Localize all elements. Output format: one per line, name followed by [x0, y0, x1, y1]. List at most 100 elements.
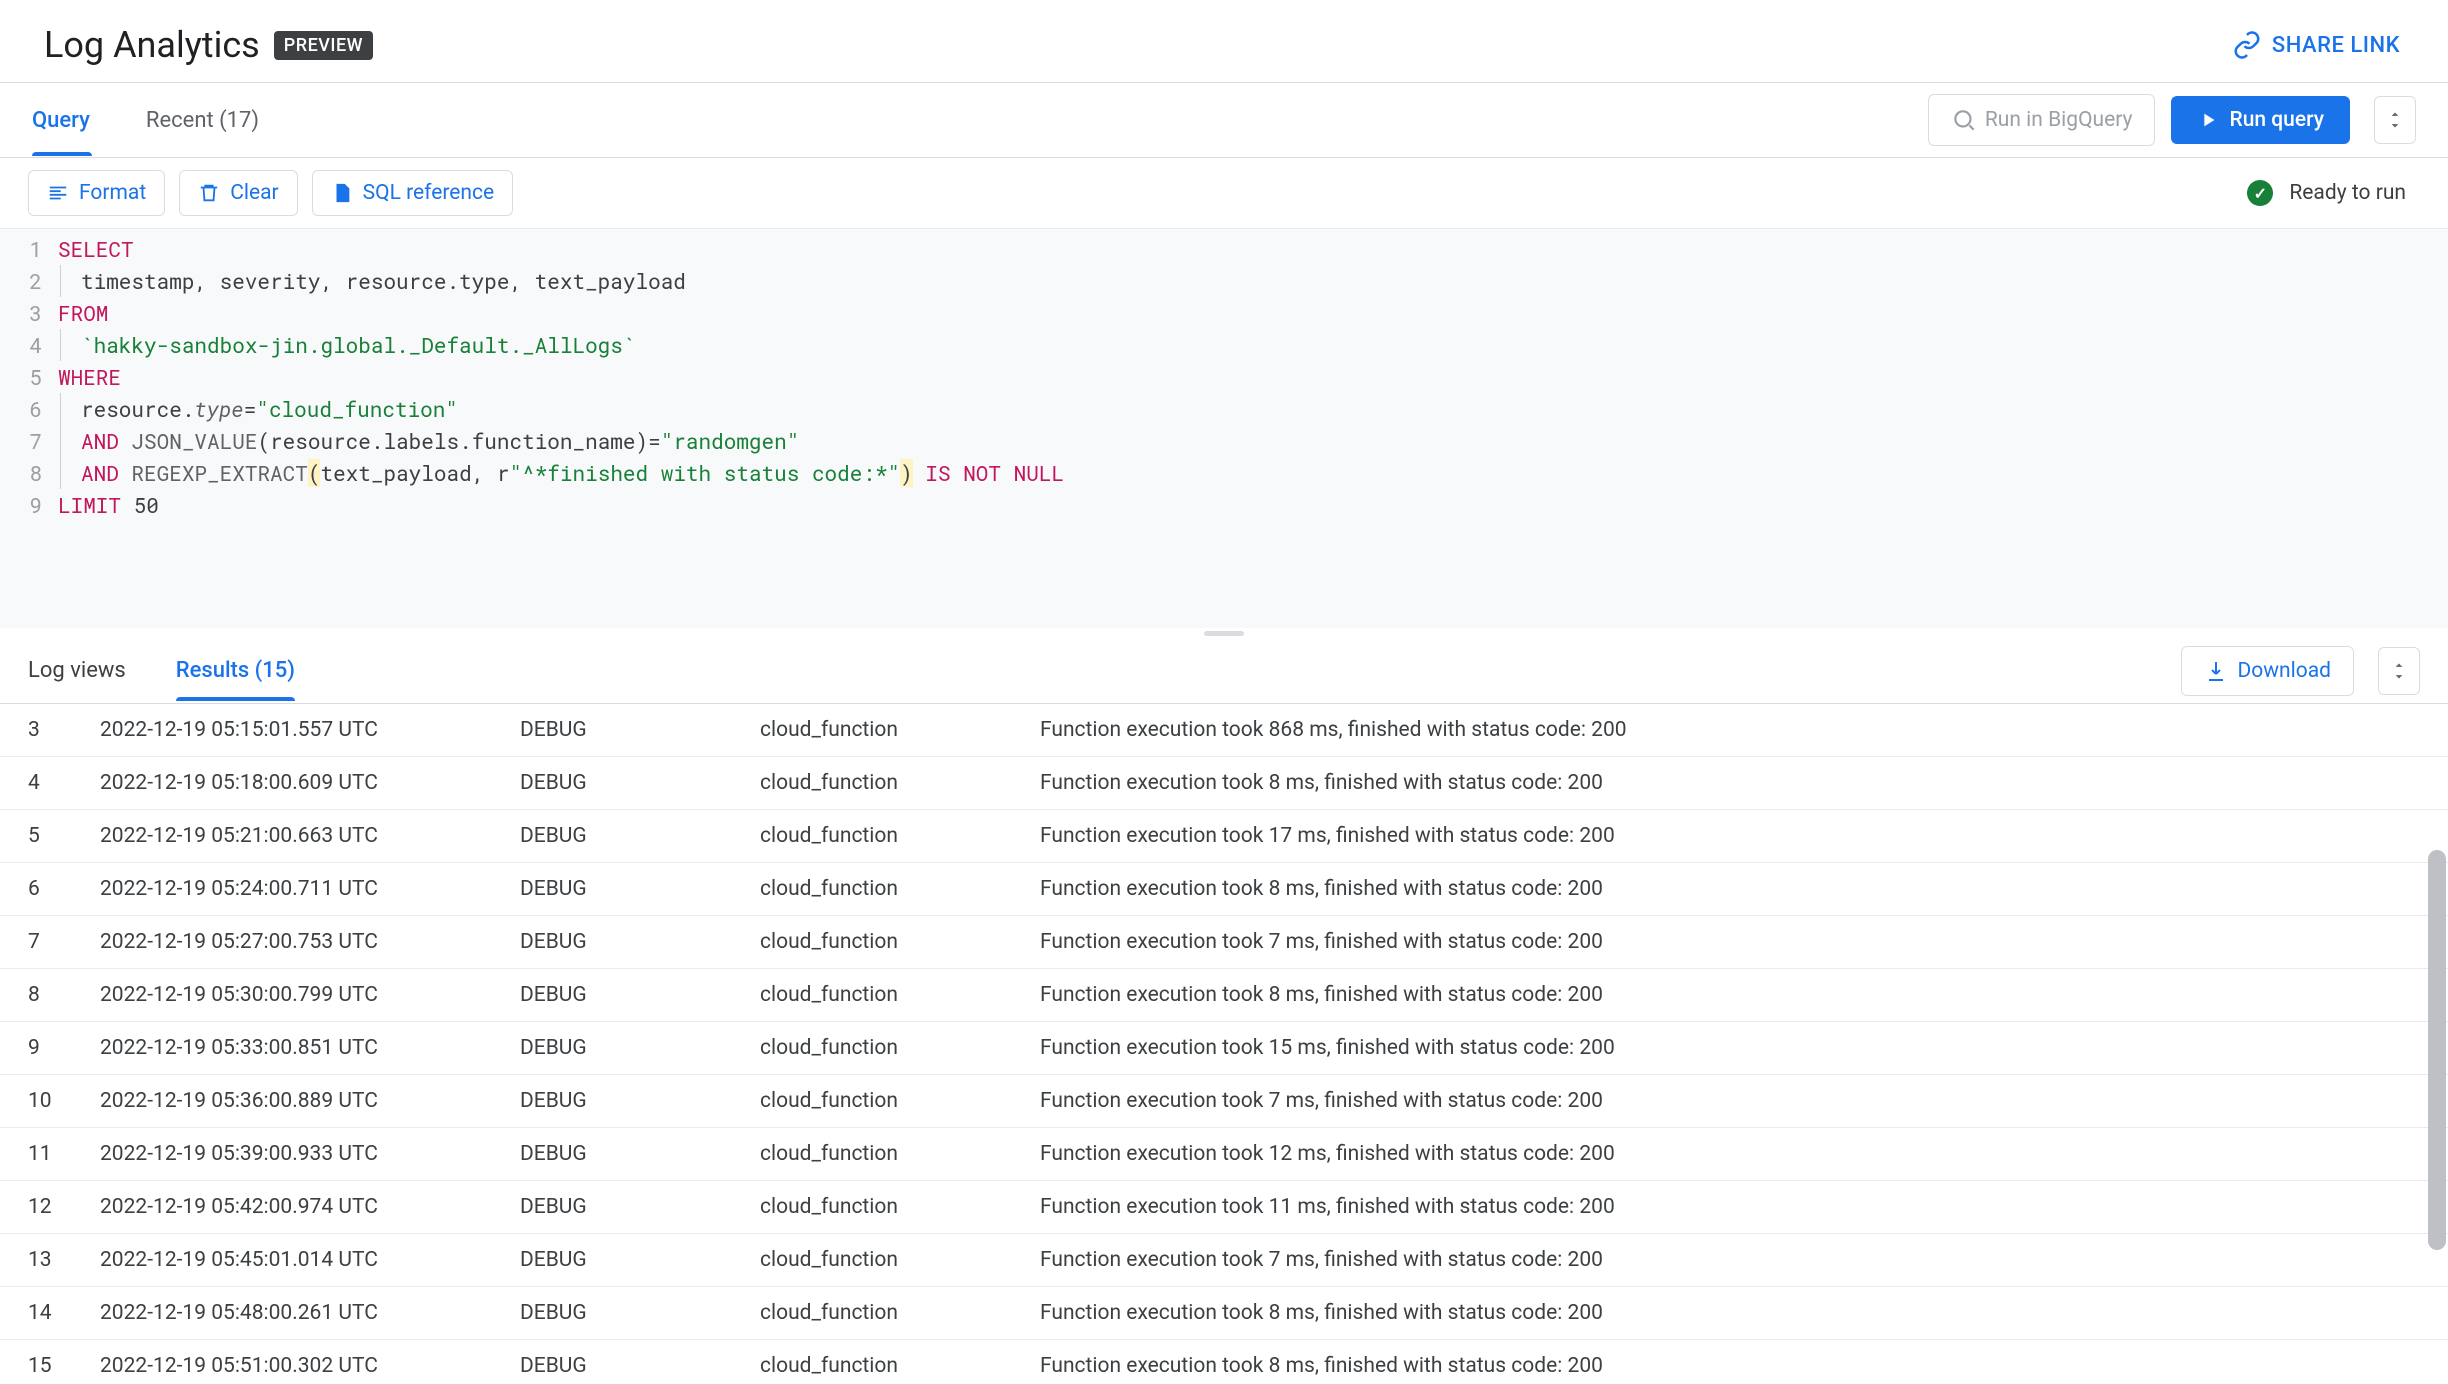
cell-timestamp: 2022-12-19 05:45:01.014 UTC [90, 1234, 510, 1287]
cell-message: Function execution took 17 ms, finished … [1030, 810, 2448, 863]
code-line[interactable]: timestamp, severity, resource.type, text… [54, 265, 2448, 297]
cell-severity: DEBUG [510, 1340, 750, 1384]
cell-index: 13 [0, 1234, 90, 1287]
cell-index: 9 [0, 1022, 90, 1075]
cell-resource: cloud_function [750, 757, 1030, 810]
cell-timestamp: 2022-12-19 05:39:00.933 UTC [90, 1128, 510, 1181]
cell-resource: cloud_function [750, 1075, 1030, 1128]
code-line[interactable]: SELECT [54, 233, 2448, 265]
page-header: Log Analytics PREVIEW SHARE LINK [0, 0, 2448, 83]
code-line[interactable]: LIMIT 50 [54, 489, 2448, 521]
cell-severity: DEBUG [510, 757, 750, 810]
cell-resource: cloud_function [750, 704, 1030, 757]
sql-editor[interactable]: 123456789 SELECTtimestamp, severity, res… [0, 228, 2448, 628]
table-row[interactable]: 42022-12-19 05:18:00.609 UTCDEBUGcloud_f… [0, 757, 2448, 810]
cell-severity: DEBUG [510, 1287, 750, 1340]
download-icon [2204, 659, 2228, 683]
cell-timestamp: 2022-12-19 05:33:00.851 UTC [90, 1022, 510, 1075]
download-button[interactable]: Download [2181, 646, 2355, 696]
cell-resource: cloud_function [750, 969, 1030, 1022]
doc-icon [331, 182, 353, 204]
link-icon [2232, 30, 2262, 60]
cell-message: Function execution took 7 ms, finished w… [1030, 916, 2448, 969]
cell-resource: cloud_function [750, 1181, 1030, 1234]
results-table-wrap[interactable]: 32022-12-19 05:15:01.557 UTCDEBUGcloud_f… [0, 704, 2448, 1384]
table-row[interactable]: 62022-12-19 05:24:00.711 UTCDEBUGcloud_f… [0, 863, 2448, 916]
tab-results[interactable]: Results (15) [176, 640, 295, 701]
tab-log-views[interactable]: Log views [28, 640, 126, 701]
cell-message: Function execution took 868 ms, finished… [1030, 704, 2448, 757]
table-row[interactable]: 92022-12-19 05:33:00.851 UTCDEBUGcloud_f… [0, 1022, 2448, 1075]
code-line[interactable]: FROM [54, 297, 2448, 329]
cell-message: Function execution took 7 ms, finished w… [1030, 1234, 2448, 1287]
cell-message: Function execution took 11 ms, finished … [1030, 1181, 2448, 1234]
query-status: Ready to run [2247, 180, 2406, 206]
cell-severity: DEBUG [510, 863, 750, 916]
run-in-bigquery-label: Run in BigQuery [1985, 108, 2133, 132]
cell-timestamp: 2022-12-19 05:15:01.557 UTC [90, 704, 510, 757]
cell-index: 3 [0, 704, 90, 757]
clear-button[interactable]: Clear [179, 170, 297, 216]
cell-index: 10 [0, 1075, 90, 1128]
subheader: Query Recent (17) Run in BigQuery Run qu… [0, 83, 2448, 158]
code-line[interactable]: resource.type="cloud_function" [54, 393, 2448, 425]
table-row[interactable]: 152022-12-19 05:51:00.302 UTCDEBUGcloud_… [0, 1340, 2448, 1384]
scrollbar-thumb[interactable] [2428, 850, 2446, 1250]
download-label: Download [2238, 659, 2332, 683]
run-query-label: Run query [2229, 108, 2324, 132]
cell-message: Function execution took 7 ms, finished w… [1030, 1075, 2448, 1128]
clear-label: Clear [230, 181, 278, 205]
run-in-bigquery-button[interactable]: Run in BigQuery [1928, 94, 2156, 146]
table-row[interactable]: 52022-12-19 05:21:00.663 UTCDEBUGcloud_f… [0, 810, 2448, 863]
table-row[interactable]: 102022-12-19 05:36:00.889 UTCDEBUGcloud_… [0, 1075, 2448, 1128]
table-row[interactable]: 72022-12-19 05:27:00.753 UTCDEBUGcloud_f… [0, 916, 2448, 969]
table-row[interactable]: 132022-12-19 05:45:01.014 UTCDEBUGcloud_… [0, 1234, 2448, 1287]
code-line[interactable]: WHERE [54, 361, 2448, 393]
tab-recent[interactable]: Recent (17) [146, 86, 275, 155]
format-button[interactable]: Format [28, 170, 165, 216]
share-link-label: SHARE LINK [2272, 33, 2400, 58]
cell-index: 12 [0, 1181, 90, 1234]
cell-timestamp: 2022-12-19 05:30:00.799 UTC [90, 969, 510, 1022]
cell-index: 11 [0, 1128, 90, 1181]
table-row[interactable]: 112022-12-19 05:39:00.933 UTCDEBUGcloud_… [0, 1128, 2448, 1181]
table-row[interactable]: 82022-12-19 05:30:00.799 UTCDEBUGcloud_f… [0, 969, 2448, 1022]
results-tabs: Log views Results (15) Download [0, 638, 2448, 704]
editor-resize-handle[interactable] [0, 628, 2448, 638]
run-query-button[interactable]: Run query [2171, 96, 2350, 144]
cell-severity: DEBUG [510, 1234, 750, 1287]
cell-timestamp: 2022-12-19 05:48:00.261 UTC [90, 1287, 510, 1340]
cell-message: Function execution took 12 ms, finished … [1030, 1128, 2448, 1181]
table-row[interactable]: 142022-12-19 05:48:00.261 UTCDEBUGcloud_… [0, 1287, 2448, 1340]
cell-index: 7 [0, 916, 90, 969]
expand-results-button[interactable] [2378, 647, 2420, 695]
trash-icon [198, 182, 220, 204]
cell-timestamp: 2022-12-19 05:24:00.711 UTC [90, 863, 510, 916]
tab-query[interactable]: Query [32, 86, 106, 155]
grip-icon [1204, 631, 1244, 636]
cell-resource: cloud_function [750, 1022, 1030, 1075]
cell-index: 5 [0, 810, 90, 863]
cell-timestamp: 2022-12-19 05:42:00.974 UTC [90, 1181, 510, 1234]
format-icon [47, 182, 69, 204]
table-row[interactable]: 122022-12-19 05:42:00.974 UTCDEBUGcloud_… [0, 1181, 2448, 1234]
table-row[interactable]: 32022-12-19 05:15:01.557 UTCDEBUGcloud_f… [0, 704, 2448, 757]
cell-message: Function execution took 8 ms, finished w… [1030, 863, 2448, 916]
code-line[interactable]: `hakky-sandbox-jin.global._Default._AllL… [54, 329, 2448, 361]
sql-reference-button[interactable]: SQL reference [312, 170, 513, 216]
expand-editor-button[interactable] [2374, 96, 2416, 144]
cell-resource: cloud_function [750, 1340, 1030, 1384]
share-link-button[interactable]: SHARE LINK [2232, 30, 2400, 60]
page-title: Log Analytics [44, 24, 260, 66]
cell-timestamp: 2022-12-19 05:36:00.889 UTC [90, 1075, 510, 1128]
play-icon [2197, 109, 2219, 131]
bigquery-icon [1951, 107, 1977, 133]
status-label: Ready to run [2289, 181, 2406, 205]
cell-resource: cloud_function [750, 863, 1030, 916]
code-line[interactable]: AND REGEXP_EXTRACT(text_payload, r"^*fin… [54, 457, 2448, 489]
editor-toolbar: Format Clear SQL reference Ready to run [0, 158, 2448, 228]
cell-timestamp: 2022-12-19 05:51:00.302 UTC [90, 1340, 510, 1384]
code-line[interactable]: AND JSON_VALUE(resource.labels.function_… [54, 425, 2448, 457]
editor-code-area[interactable]: SELECTtimestamp, severity, resource.type… [54, 229, 2448, 628]
unfold-icon [2385, 106, 2405, 134]
